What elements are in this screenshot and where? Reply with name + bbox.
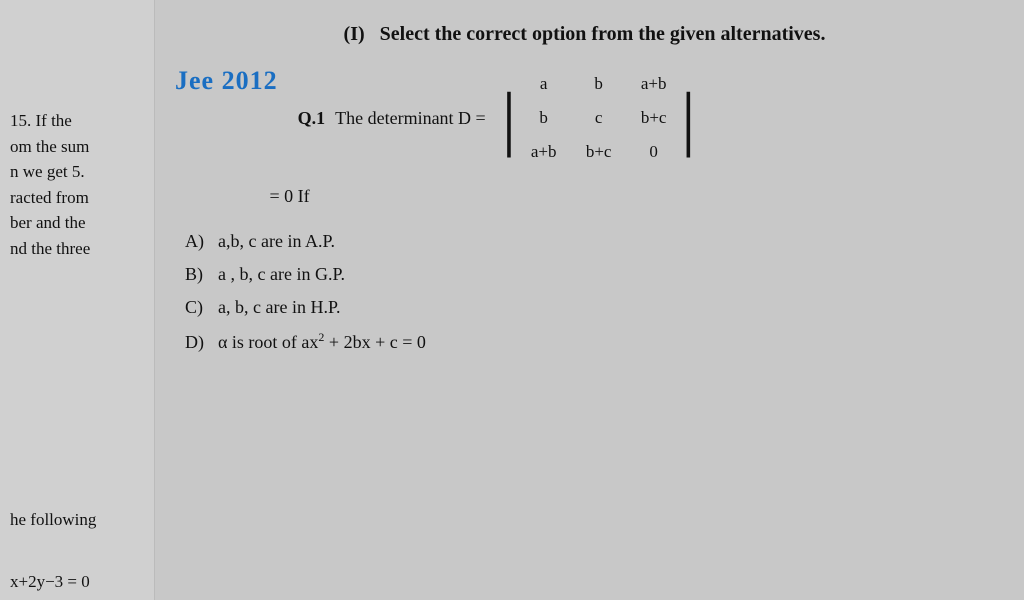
- determinant-expression: Q.1 The determinant D = | a b a+b b c b+…: [298, 68, 702, 168]
- left-panel: 15. If the om the sum n we get 5. racted…: [0, 0, 155, 600]
- right-bar: |: [681, 82, 695, 154]
- left-line5: nd the three: [10, 236, 144, 262]
- option-d-letter: D): [185, 332, 210, 353]
- left-line1: om the sum: [10, 134, 144, 160]
- option-c-text: a, b, c are in H.P.: [218, 297, 340, 318]
- instruction-text: Select the correct option from the given…: [380, 23, 826, 45]
- instruction-roman: (I): [344, 23, 365, 45]
- determinant-matrix: | a b a+b b c b+c a+b b+c 0 |: [502, 68, 696, 168]
- main-panel: (I) Select the correct option from the g…: [155, 0, 1024, 600]
- options-list: A) a,b, c are in A.P. B) a , b, c are in…: [175, 231, 994, 353]
- cell-2-1: b+c: [571, 142, 626, 162]
- option-d: D) α is root of ax2 + 2bx + c = 0: [185, 330, 994, 353]
- cell-1-2: b+c: [626, 108, 681, 128]
- cell-2-2: 0: [626, 142, 681, 162]
- left-line3: racted from: [10, 185, 144, 211]
- left-bar: |: [502, 82, 516, 154]
- left-line2: n we get 5.: [10, 159, 144, 185]
- cell-1-0: b: [516, 108, 571, 128]
- option-a: A) a,b, c are in A.P.: [185, 231, 994, 252]
- option-a-letter: A): [185, 231, 210, 252]
- question-area: Jee 2012 Q.1 The determinant D = | a b a…: [175, 66, 994, 353]
- jee-label: Jee 2012: [175, 66, 278, 96]
- cell-0-0: a: [516, 74, 571, 94]
- option-b-text: a , b, c are in G.P.: [218, 264, 345, 285]
- matrix-cells: a b a+b b c b+c a+b b+c 0: [516, 68, 681, 168]
- cell-1-1: c: [571, 108, 626, 128]
- option-a-text: a,b, c are in A.P.: [218, 231, 335, 252]
- cell-2-0: a+b: [516, 142, 571, 162]
- problem-number: 15. If the: [10, 108, 144, 134]
- left-bottom: he following: [10, 507, 144, 533]
- option-c-letter: C): [185, 297, 210, 318]
- option-c: C) a, b, c are in H.P.: [185, 297, 994, 318]
- option-b-letter: B): [185, 264, 210, 285]
- option-b: B) a , b, c are in G.P.: [185, 264, 994, 285]
- zero-if-line: = 0 If: [175, 186, 994, 207]
- bottom-equation: x+2y−3 = 0: [10, 572, 90, 592]
- cell-0-2: a+b: [626, 74, 681, 94]
- left-line4: ber and the: [10, 210, 144, 236]
- option-d-text: α is root of ax2 + 2bx + c = 0: [218, 330, 426, 353]
- cell-0-1: b: [571, 74, 626, 94]
- q-number: Q.1: [298, 108, 326, 129]
- question-header: Jee 2012 Q.1 The determinant D = | a b a…: [175, 66, 994, 168]
- det-intro: The determinant D =: [335, 108, 486, 129]
- instruction-heading: (I) Select the correct option from the g…: [175, 20, 994, 48]
